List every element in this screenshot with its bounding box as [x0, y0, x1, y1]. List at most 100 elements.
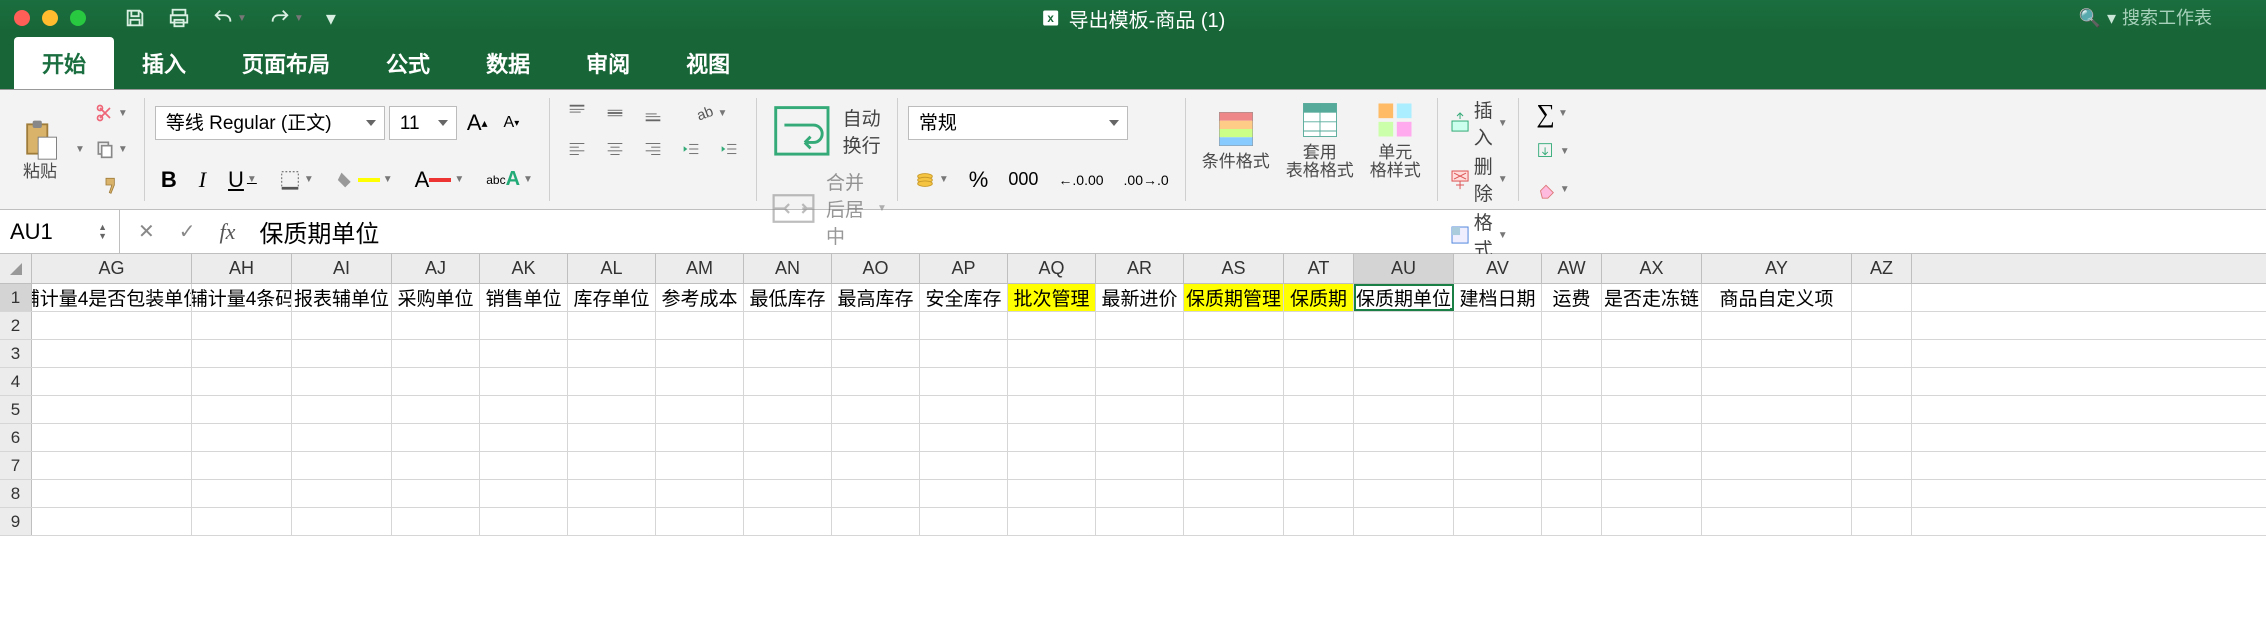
cell-AS1[interactable]: 保质期管理 [1184, 284, 1284, 311]
cell-AZ6[interactable] [1852, 424, 1912, 451]
cell-AR4[interactable] [1096, 368, 1184, 395]
cell-AW8[interactable] [1542, 480, 1602, 507]
column-header-AP[interactable]: AP [920, 254, 1008, 283]
column-header-AJ[interactable]: AJ [392, 254, 480, 283]
cell-AN4[interactable] [744, 368, 832, 395]
cell-AG6[interactable] [32, 424, 192, 451]
cell-AM8[interactable] [656, 480, 744, 507]
redo-icon[interactable]: ▼ [269, 7, 304, 29]
cell-AG1[interactable]: 辅计量4是否包装单位 [32, 284, 192, 311]
cell-AX8[interactable] [1602, 480, 1702, 507]
cell-styles-button[interactable]: 单元 格样式 [1364, 96, 1427, 182]
cell-AG4[interactable] [32, 368, 192, 395]
cell-AN7[interactable] [744, 452, 832, 479]
cell-AY5[interactable] [1702, 396, 1852, 423]
namebox-down[interactable]: ▼ [98, 232, 107, 241]
cell-AX9[interactable] [1602, 508, 1702, 535]
cell-AL8[interactable] [568, 480, 656, 507]
row-header-4[interactable]: 4 [0, 368, 32, 395]
cell-AO2[interactable] [832, 312, 920, 339]
column-header-AQ[interactable]: AQ [1008, 254, 1096, 283]
cell-AM3[interactable] [656, 340, 744, 367]
cell-AN9[interactable] [744, 508, 832, 535]
cell-AJ2[interactable] [392, 312, 480, 339]
cell-AO8[interactable] [832, 480, 920, 507]
cell-AP5[interactable] [920, 396, 1008, 423]
currency-button[interactable]: ▼ [908, 163, 955, 197]
column-header-AN[interactable]: AN [744, 254, 832, 283]
cell-AJ6[interactable] [392, 424, 480, 451]
customize-qat-icon[interactable]: ▾ [326, 6, 336, 31]
cell-AT8[interactable] [1284, 480, 1354, 507]
cell-AU8[interactable] [1354, 480, 1454, 507]
align-center-button[interactable] [598, 132, 632, 166]
cell-AO5[interactable] [832, 396, 920, 423]
cell-AV4[interactable] [1454, 368, 1542, 395]
cell-AM9[interactable] [656, 508, 744, 535]
row-header-6[interactable]: 6 [0, 424, 32, 451]
tab-页面布局[interactable]: 页面布局 [214, 37, 358, 89]
cell-AT9[interactable] [1284, 508, 1354, 535]
close-window-button[interactable] [14, 10, 30, 26]
increase-indent-button[interactable] [712, 132, 746, 166]
cell-AU3[interactable] [1354, 340, 1454, 367]
cell-AL4[interactable] [568, 368, 656, 395]
cell-AR6[interactable] [1096, 424, 1184, 451]
column-header-AY[interactable]: AY [1702, 254, 1852, 283]
cell-AH5[interactable] [192, 396, 292, 423]
cell-AW3[interactable] [1542, 340, 1602, 367]
cell-AW9[interactable] [1542, 508, 1602, 535]
cell-AI9[interactable] [292, 508, 392, 535]
cell-AH7[interactable] [192, 452, 292, 479]
cell-AZ1[interactable] [1852, 284, 1912, 311]
cell-AU9[interactable] [1354, 508, 1454, 535]
cell-AK9[interactable] [480, 508, 568, 535]
cell-AK7[interactable] [480, 452, 568, 479]
tab-视图[interactable]: 视图 [658, 37, 758, 89]
cell-AQ5[interactable] [1008, 396, 1096, 423]
cell-AM6[interactable] [656, 424, 744, 451]
column-header-AR[interactable]: AR [1096, 254, 1184, 283]
cell-AV5[interactable] [1454, 396, 1542, 423]
align-bottom-button[interactable] [636, 96, 670, 130]
enter-formula-button[interactable]: ✓ [179, 219, 196, 244]
cell-AW5[interactable] [1542, 396, 1602, 423]
cell-AP3[interactable] [920, 340, 1008, 367]
tab-插入[interactable]: 插入 [114, 37, 214, 89]
cell-AT7[interactable] [1284, 452, 1354, 479]
tab-开始[interactable]: 开始 [14, 37, 114, 89]
cell-AQ2[interactable] [1008, 312, 1096, 339]
cell-AJ4[interactable] [392, 368, 480, 395]
cell-AO7[interactable] [832, 452, 920, 479]
cell-AT5[interactable] [1284, 396, 1354, 423]
cell-AM1[interactable]: 参考成本 [656, 284, 744, 311]
cell-AP8[interactable] [920, 480, 1008, 507]
percent-button[interactable]: % [963, 163, 995, 197]
cell-AX1[interactable]: 是否走冻链 [1602, 284, 1702, 311]
column-header-AI[interactable]: AI [292, 254, 392, 283]
cell-AM4[interactable] [656, 368, 744, 395]
cell-AO9[interactable] [832, 508, 920, 535]
cell-AM5[interactable] [656, 396, 744, 423]
cell-AZ4[interactable] [1852, 368, 1912, 395]
spreadsheet-grid[interactable]: AGAHAIAJAKALAMANAOAPAQARASATAUAVAWAXAYAZ… [0, 254, 2266, 536]
align-left-button[interactable] [560, 132, 594, 166]
italic-button[interactable]: I [193, 163, 212, 197]
cell-AL7[interactable] [568, 452, 656, 479]
orientation-button[interactable]: ab▼ [674, 96, 746, 130]
cell-AX3[interactable] [1602, 340, 1702, 367]
cell-AX2[interactable] [1602, 312, 1702, 339]
cell-AJ3[interactable] [392, 340, 480, 367]
cell-AL3[interactable] [568, 340, 656, 367]
decrease-font-button[interactable]: A▾ [498, 106, 526, 140]
cell-AP9[interactable] [920, 508, 1008, 535]
column-header-AO[interactable]: AO [832, 254, 920, 283]
cell-AV2[interactable] [1454, 312, 1542, 339]
undo-icon[interactable]: ▼ [212, 7, 247, 29]
font-color-button[interactable]: A▼ [409, 163, 471, 197]
cell-AW1[interactable]: 运费 [1542, 284, 1602, 311]
cell-AI1[interactable]: 报表辅单位 [292, 284, 392, 311]
name-box[interactable]: AU1 ▲▼ [0, 210, 120, 253]
cell-AZ9[interactable] [1852, 508, 1912, 535]
column-header-AT[interactable]: AT [1284, 254, 1354, 283]
